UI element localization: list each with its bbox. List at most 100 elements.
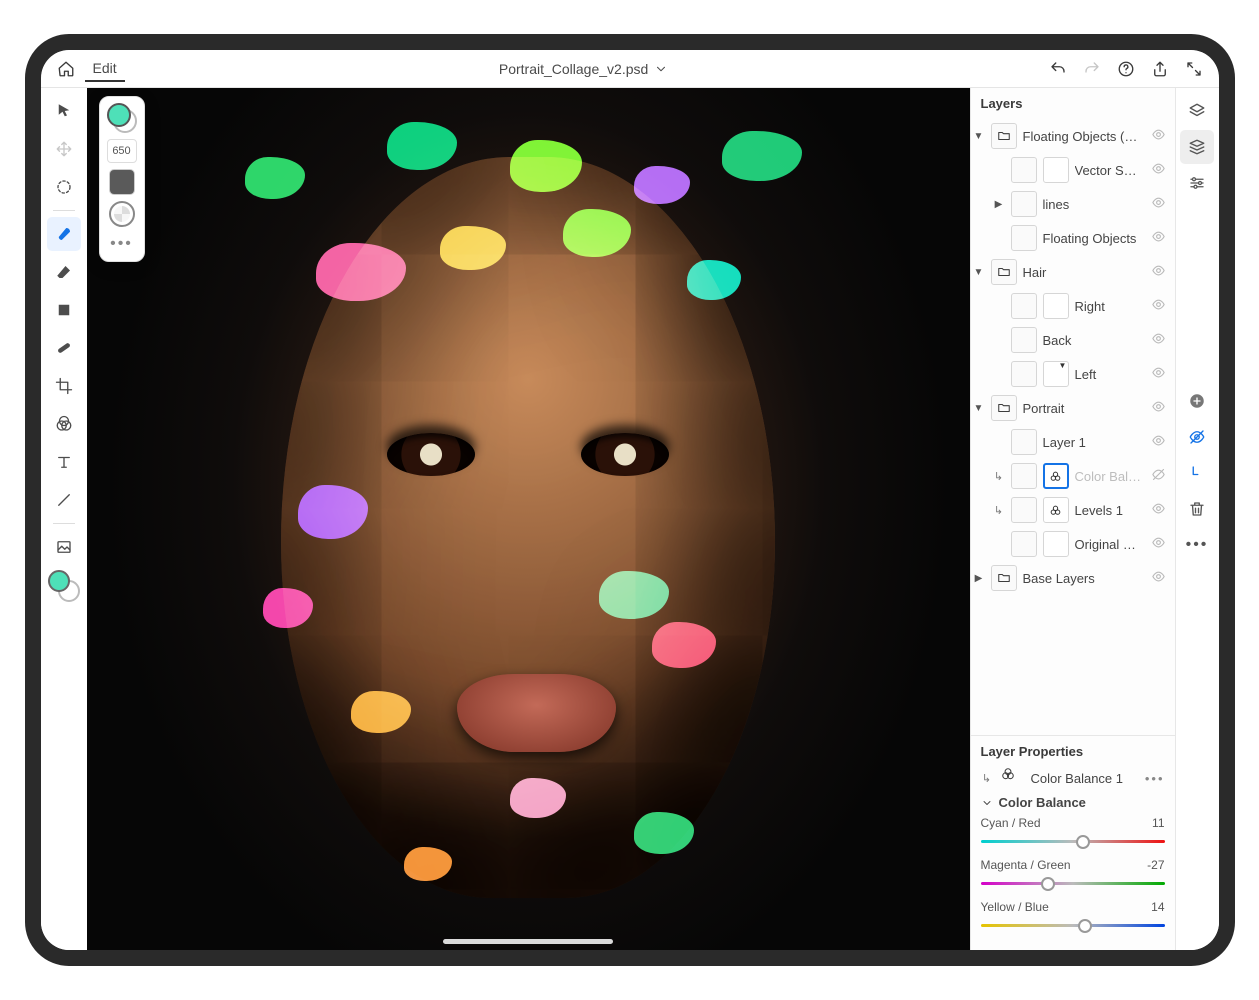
toggle-visibility-button[interactable] xyxy=(1180,420,1214,454)
color-balance-slider[interactable]: Yellow / Blue14 xyxy=(981,900,1165,932)
chevron-right-icon[interactable]: ▶ xyxy=(973,573,985,584)
slider-track[interactable] xyxy=(981,918,1165,932)
share-button[interactable] xyxy=(1145,54,1175,84)
layer-thumb xyxy=(1011,361,1037,387)
visibility-toggle[interactable] xyxy=(1151,467,1169,485)
move-tool[interactable] xyxy=(47,94,81,128)
clip-layer-button[interactable] xyxy=(1180,456,1214,490)
color-balance-sliders: Cyan / Red11 Magenta / Green-27 Yellow / B… xyxy=(981,816,1165,932)
undo-button[interactable] xyxy=(1043,54,1073,84)
layer-thumb xyxy=(1011,225,1037,251)
brush-color-swatch[interactable] xyxy=(107,103,137,133)
redo-button[interactable] xyxy=(1077,54,1107,84)
eraser-tool[interactable] xyxy=(47,255,81,289)
help-button[interactable] xyxy=(1111,54,1141,84)
delete-layer-button[interactable] xyxy=(1180,492,1214,526)
layers-compact-button[interactable] xyxy=(1180,94,1214,128)
layer-item[interactable]: ↳Levels 1 xyxy=(971,493,1175,527)
visibility-toggle[interactable] xyxy=(1151,229,1169,247)
visibility-toggle[interactable] xyxy=(1151,433,1169,451)
adjustment-title: Color Balance xyxy=(999,795,1086,810)
crop-tool[interactable] xyxy=(47,369,81,403)
separator xyxy=(53,523,75,524)
color-swatch-tool[interactable] xyxy=(50,572,78,600)
chevron-down-icon[interactable]: ▼ xyxy=(973,267,985,278)
visibility-toggle[interactable] xyxy=(1151,399,1169,417)
visibility-toggle[interactable] xyxy=(1151,569,1169,587)
home-indicator[interactable] xyxy=(443,939,613,944)
layer-group[interactable]: ▶Base Layers xyxy=(971,561,1175,595)
line-tool[interactable] xyxy=(47,483,81,517)
visibility-toggle[interactable] xyxy=(1151,501,1169,519)
visibility-toggle[interactable] xyxy=(1151,535,1169,553)
visibility-toggle[interactable] xyxy=(1151,331,1169,349)
properties-button[interactable] xyxy=(1180,166,1214,200)
selected-layer-name: Color Balance 1 xyxy=(1031,771,1137,786)
adjust-tool[interactable] xyxy=(47,407,81,441)
layer-item[interactable]: ↳Color Balan... xyxy=(971,459,1175,493)
eye-off-icon xyxy=(1188,428,1206,446)
fill-tool[interactable] xyxy=(47,293,81,327)
brush-tool[interactable] xyxy=(47,217,81,251)
slider-track[interactable] xyxy=(981,834,1165,848)
brush-opacity-swatch[interactable] xyxy=(109,201,135,227)
layer-label: Right xyxy=(1075,299,1145,314)
layer-stack-button[interactable] xyxy=(1180,130,1214,164)
document-title-text: Portrait_Collage_v2.psd xyxy=(499,61,648,77)
adjustment-section-toggle[interactable]: Color Balance xyxy=(981,795,1165,810)
clip-indicator-icon: ↳ xyxy=(993,470,1005,483)
slider-knob[interactable] xyxy=(1078,919,1092,933)
chevron-down-icon[interactable]: ▼ xyxy=(973,131,985,142)
home-button[interactable] xyxy=(51,54,81,84)
slider-track[interactable] xyxy=(981,876,1165,890)
layer-properties: Layer Properties ↳ Color Balance 1 ••• C… xyxy=(971,735,1175,950)
layer-item[interactable]: Vector Smart... xyxy=(971,153,1175,187)
layer-item[interactable]: Layer 1 xyxy=(971,425,1175,459)
right-icon-rail: ••• xyxy=(1175,88,1219,950)
color-balance-slider[interactable]: Cyan / Red11 xyxy=(981,816,1165,848)
blob xyxy=(634,166,690,204)
layers-icon xyxy=(1188,102,1206,120)
brush-more-button[interactable]: ••• xyxy=(110,233,133,255)
chevron-down-icon[interactable]: ▼ xyxy=(973,403,985,414)
layers-list[interactable]: ▼Floating Objects (always...)Vector Smar… xyxy=(971,119,1175,735)
chevron-right-icon[interactable]: ▶ xyxy=(993,199,1005,210)
heal-tool[interactable] xyxy=(47,331,81,365)
layer-subgroup[interactable]: ▶lines xyxy=(971,187,1175,221)
add-layer-button[interactable] xyxy=(1180,384,1214,418)
layer-item[interactable]: Floating Objects xyxy=(971,221,1175,255)
dots-icon: ••• xyxy=(1186,536,1209,554)
visibility-toggle[interactable] xyxy=(1151,161,1169,179)
visibility-toggle[interactable] xyxy=(1151,195,1169,213)
layer-stack-icon xyxy=(1188,138,1206,156)
layer-item[interactable]: Back xyxy=(971,323,1175,357)
layer-group[interactable]: ▼ Portrait xyxy=(971,391,1175,425)
lasso-tool[interactable] xyxy=(47,170,81,204)
visibility-toggle[interactable] xyxy=(1151,127,1169,145)
edit-mode-button[interactable]: Edit xyxy=(85,56,125,82)
type-tool[interactable] xyxy=(47,445,81,479)
fullscreen-button[interactable] xyxy=(1179,54,1209,84)
more-actions-button[interactable]: ••• xyxy=(1180,528,1214,562)
color-balance-slider[interactable]: Magenta / Green-27 xyxy=(981,858,1165,890)
layer-group[interactable]: ▼Floating Objects (always...) xyxy=(971,119,1175,153)
layer-item[interactable]: ▼Left xyxy=(971,357,1175,391)
place-image-tool[interactable] xyxy=(47,530,81,564)
visibility-toggle[interactable] xyxy=(1151,365,1169,383)
visibility-toggle[interactable] xyxy=(1151,297,1169,315)
brush-size-field[interactable]: 650 xyxy=(107,139,137,163)
clip-icon: ↳ xyxy=(981,772,993,785)
layer-thumb xyxy=(1011,293,1037,319)
brush-hardness-swatch[interactable] xyxy=(109,169,135,195)
layer-label: Portrait xyxy=(1023,401,1145,416)
slider-knob[interactable] xyxy=(1076,835,1090,849)
canvas[interactable] xyxy=(87,88,970,950)
slider-knob[interactable] xyxy=(1041,877,1055,891)
document-title[interactable]: Portrait_Collage_v2.psd xyxy=(499,61,668,77)
layer-group[interactable]: ▼Hair xyxy=(971,255,1175,289)
layer-item[interactable]: Right xyxy=(971,289,1175,323)
layer-properties-more[interactable]: ••• xyxy=(1145,771,1165,786)
transform-tool[interactable] xyxy=(47,132,81,166)
visibility-toggle[interactable] xyxy=(1151,263,1169,281)
layer-item[interactable]: Original Portr... xyxy=(971,527,1175,561)
